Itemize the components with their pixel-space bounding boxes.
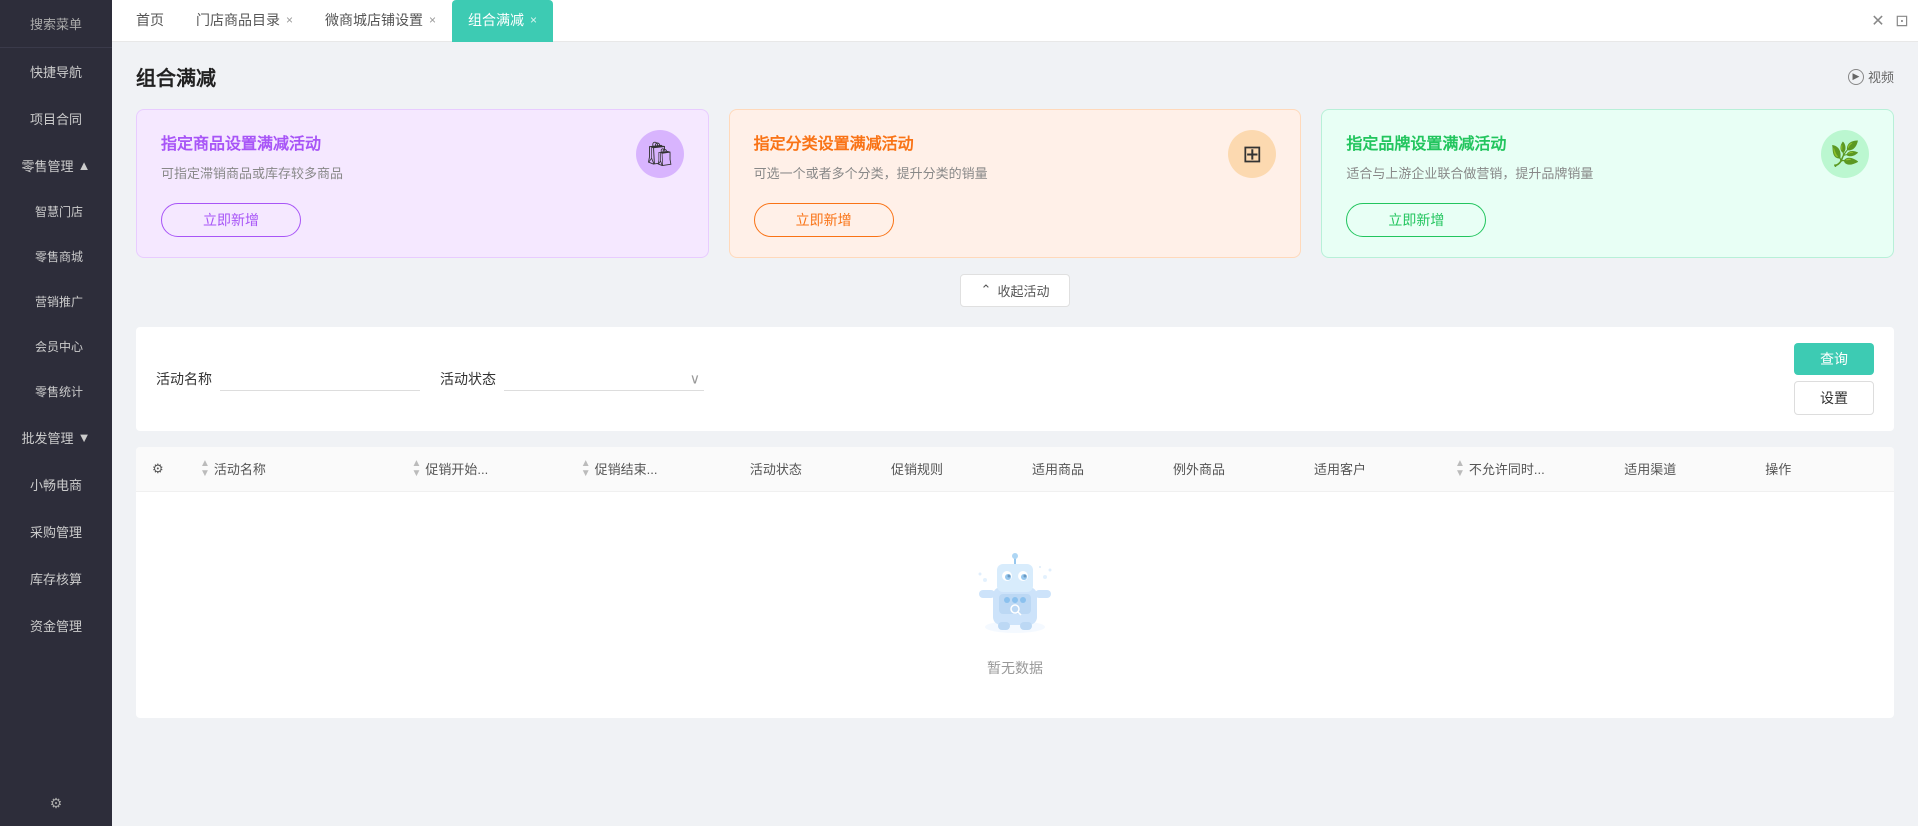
settings-button[interactable]: 设置 bbox=[1794, 381, 1874, 415]
product-card-title: 指定商品设置满减活动 bbox=[161, 130, 684, 154]
th-applicable-goods: 适用商品 bbox=[1032, 459, 1173, 478]
activity-status-label: 活动状态 bbox=[440, 369, 496, 389]
page-title: 组合满减 bbox=[136, 62, 216, 91]
category-card-icon: ⊞ bbox=[1228, 130, 1276, 178]
close-tab-combo-discount[interactable]: × bbox=[530, 13, 537, 27]
sidebar-settings-btn[interactable]: ⚙ bbox=[0, 781, 112, 826]
activity-name-label: 活动名称 bbox=[156, 369, 212, 389]
sidebar: 搜索菜单 快捷导航 项目合同 零售管理 ▲ 智慧门店 零售商城 营销推广 会员中… bbox=[0, 0, 112, 826]
th-promo-end: ▲▼ 促销结束... bbox=[581, 459, 750, 479]
sidebar-item-wholesale-mgmt[interactable]: 批发管理 ▼ bbox=[0, 414, 112, 461]
tab-bar-right: ✕ ⊡ bbox=[1870, 13, 1910, 29]
search-bar: 活动名称 活动状态 进行中 未开始 已结束 ∨ 查询 设置 bbox=[136, 327, 1894, 431]
product-card-icon: 🛍 bbox=[636, 130, 684, 178]
brand-card-desc: 适合与上游企业联合做营销，提升品牌销量 bbox=[1346, 164, 1869, 185]
th-no-overlap: ▲▼ 不允许同时... bbox=[1455, 459, 1624, 479]
collapse-icon: ⌃ bbox=[981, 282, 992, 298]
sort-start-icon[interactable]: ▲▼ bbox=[412, 459, 422, 479]
th-promo-start: ▲▼ 促销开始... bbox=[412, 459, 581, 479]
th-action: 操作 bbox=[1765, 459, 1878, 478]
category-card-title: 指定分类设置满减活动 bbox=[754, 130, 1277, 154]
collapse-activity-btn[interactable]: ⌃ 收起活动 bbox=[960, 274, 1071, 307]
collapse-bar: ⌃ 收起活动 bbox=[136, 274, 1894, 307]
product-activity-card: 🛍 指定商品设置满减活动 可指定滞销商品或库存较多商品 立即新增 bbox=[136, 109, 709, 258]
sidebar-item-project-contract[interactable]: 项目合同 bbox=[0, 95, 112, 142]
tab-home[interactable]: 首页 bbox=[120, 0, 180, 42]
table-header: ⚙ ▲▼ 活动名称 ▲▼ 促销开始... ▲▼ 促销结束... 活动状态 bbox=[136, 447, 1894, 492]
query-button[interactable]: 查询 bbox=[1794, 343, 1874, 375]
main-area: 首页 门店商品目录 × 微商城店铺设置 × 组合满减 × ✕ ⊡ 组合满减 ▶ … bbox=[112, 0, 1918, 826]
sidebar-item-inventory-calc[interactable]: 库存核算 bbox=[0, 555, 112, 602]
sort-name-icon[interactable]: ▲▼ bbox=[200, 459, 210, 479]
th-activity-status: 活动状态 bbox=[750, 459, 891, 478]
expand-icon-wholesale: ▼ bbox=[78, 430, 91, 445]
product-card-desc: 可指定滞销商品或库存较多商品 bbox=[161, 164, 684, 185]
th-settings[interactable]: ⚙ bbox=[152, 461, 200, 477]
activity-status-field: 活动状态 进行中 未开始 已结束 ∨ bbox=[440, 366, 704, 391]
th-applicable-customer: 适用客户 bbox=[1314, 459, 1455, 478]
sort-overlap-icon[interactable]: ▲▼ bbox=[1455, 459, 1465, 479]
close-tab-store-catalog[interactable]: × bbox=[286, 13, 293, 27]
content-area: 组合满减 ▶ 视频 🛍 指定商品设置满减活动 可指定滞销商品或库存较多商品 立即… bbox=[112, 42, 1918, 826]
th-promo-rule: 促销规则 bbox=[891, 459, 1032, 478]
sidebar-item-finance-mgmt[interactable]: 资金管理 bbox=[0, 602, 112, 649]
activity-name-input[interactable] bbox=[220, 366, 420, 391]
search-actions: 查询 设置 bbox=[1794, 343, 1874, 415]
sort-end-icon[interactable]: ▲▼ bbox=[581, 459, 591, 479]
sidebar-item-member-center[interactable]: 会员中心 bbox=[0, 324, 112, 369]
product-card-add-btn[interactable]: 立即新增 bbox=[161, 203, 301, 237]
category-card-add-btn[interactable]: 立即新增 bbox=[754, 203, 894, 237]
table-container: ⚙ ▲▼ 活动名称 ▲▼ 促销开始... ▲▼ 促销结束... 活动状态 bbox=[136, 447, 1894, 718]
maximize-window-btn[interactable]: ⊡ bbox=[1894, 13, 1910, 29]
tab-wechat-shop[interactable]: 微商城店铺设置 × bbox=[309, 0, 452, 42]
play-circle-icon: ▶ bbox=[1848, 69, 1864, 85]
empty-state: 暂无数据 bbox=[136, 492, 1894, 718]
sidebar-item-purchase-mgmt[interactable]: 采购管理 bbox=[0, 508, 112, 555]
brand-card-title: 指定品牌设置满减活动 bbox=[1346, 130, 1869, 154]
activity-status-select-wrapper: 进行中 未开始 已结束 ∨ bbox=[504, 366, 704, 391]
category-card-desc: 可选一个或者多个分类，提升分类的销量 bbox=[754, 164, 1277, 185]
activity-cards: 🛍 指定商品设置满减活动 可指定滞销商品或库存较多商品 立即新增 ⊞ 指定分类设… bbox=[136, 109, 1894, 258]
sidebar-item-retail-mall[interactable]: 零售商城 bbox=[0, 234, 112, 279]
page-header: 组合满减 ▶ 视频 bbox=[136, 62, 1894, 91]
sidebar-item-xiaochangec[interactable]: 小畅电商 bbox=[0, 461, 112, 508]
tab-combo-discount[interactable]: 组合满减 × bbox=[452, 0, 553, 42]
th-applicable-channel: 适用渠道 bbox=[1624, 459, 1765, 478]
sidebar-item-marketing[interactable]: 营销推广 bbox=[0, 279, 112, 324]
brand-activity-card: 🌿 指定品牌设置满减活动 适合与上游企业联合做营销，提升品牌销量 立即新增 bbox=[1321, 109, 1894, 258]
activity-status-select[interactable]: 进行中 未开始 已结束 bbox=[504, 366, 704, 391]
settings-icon: ⚙ bbox=[50, 795, 63, 811]
activity-name-field: 活动名称 bbox=[156, 366, 420, 391]
brand-card-add-btn[interactable]: 立即新增 bbox=[1346, 203, 1486, 237]
tab-store-catalog[interactable]: 门店商品目录 × bbox=[180, 0, 309, 42]
sidebar-item-smart-store[interactable]: 智慧门店 bbox=[0, 189, 112, 234]
sidebar-item-quick-nav[interactable]: 快捷导航 bbox=[0, 48, 112, 95]
sidebar-item-retail-stats[interactable]: 零售统计 bbox=[0, 369, 112, 414]
close-tab-wechat-shop[interactable]: × bbox=[429, 13, 436, 27]
close-window-btn[interactable]: ✕ bbox=[1870, 13, 1886, 29]
sidebar-search[interactable]: 搜索菜单 bbox=[0, 0, 112, 48]
column-settings-icon: ⚙ bbox=[152, 461, 164, 477]
video-link[interactable]: ▶ 视频 bbox=[1848, 67, 1894, 86]
tab-bar: 首页 门店商品目录 × 微商城店铺设置 × 组合满减 × ✕ ⊡ bbox=[112, 0, 1918, 42]
empty-illustration bbox=[965, 552, 1065, 642]
expand-icon: ▲ bbox=[78, 158, 91, 173]
brand-card-icon: 🌿 bbox=[1821, 130, 1869, 178]
category-activity-card: ⊞ 指定分类设置满减活动 可选一个或者多个分类，提升分类的销量 立即新增 bbox=[729, 109, 1302, 258]
th-exception-goods: 例外商品 bbox=[1173, 459, 1314, 478]
sidebar-item-retail-mgmt[interactable]: 零售管理 ▲ bbox=[0, 142, 112, 189]
th-activity-name: ▲▼ 活动名称 bbox=[200, 459, 412, 479]
empty-text: 暂无数据 bbox=[987, 658, 1043, 678]
